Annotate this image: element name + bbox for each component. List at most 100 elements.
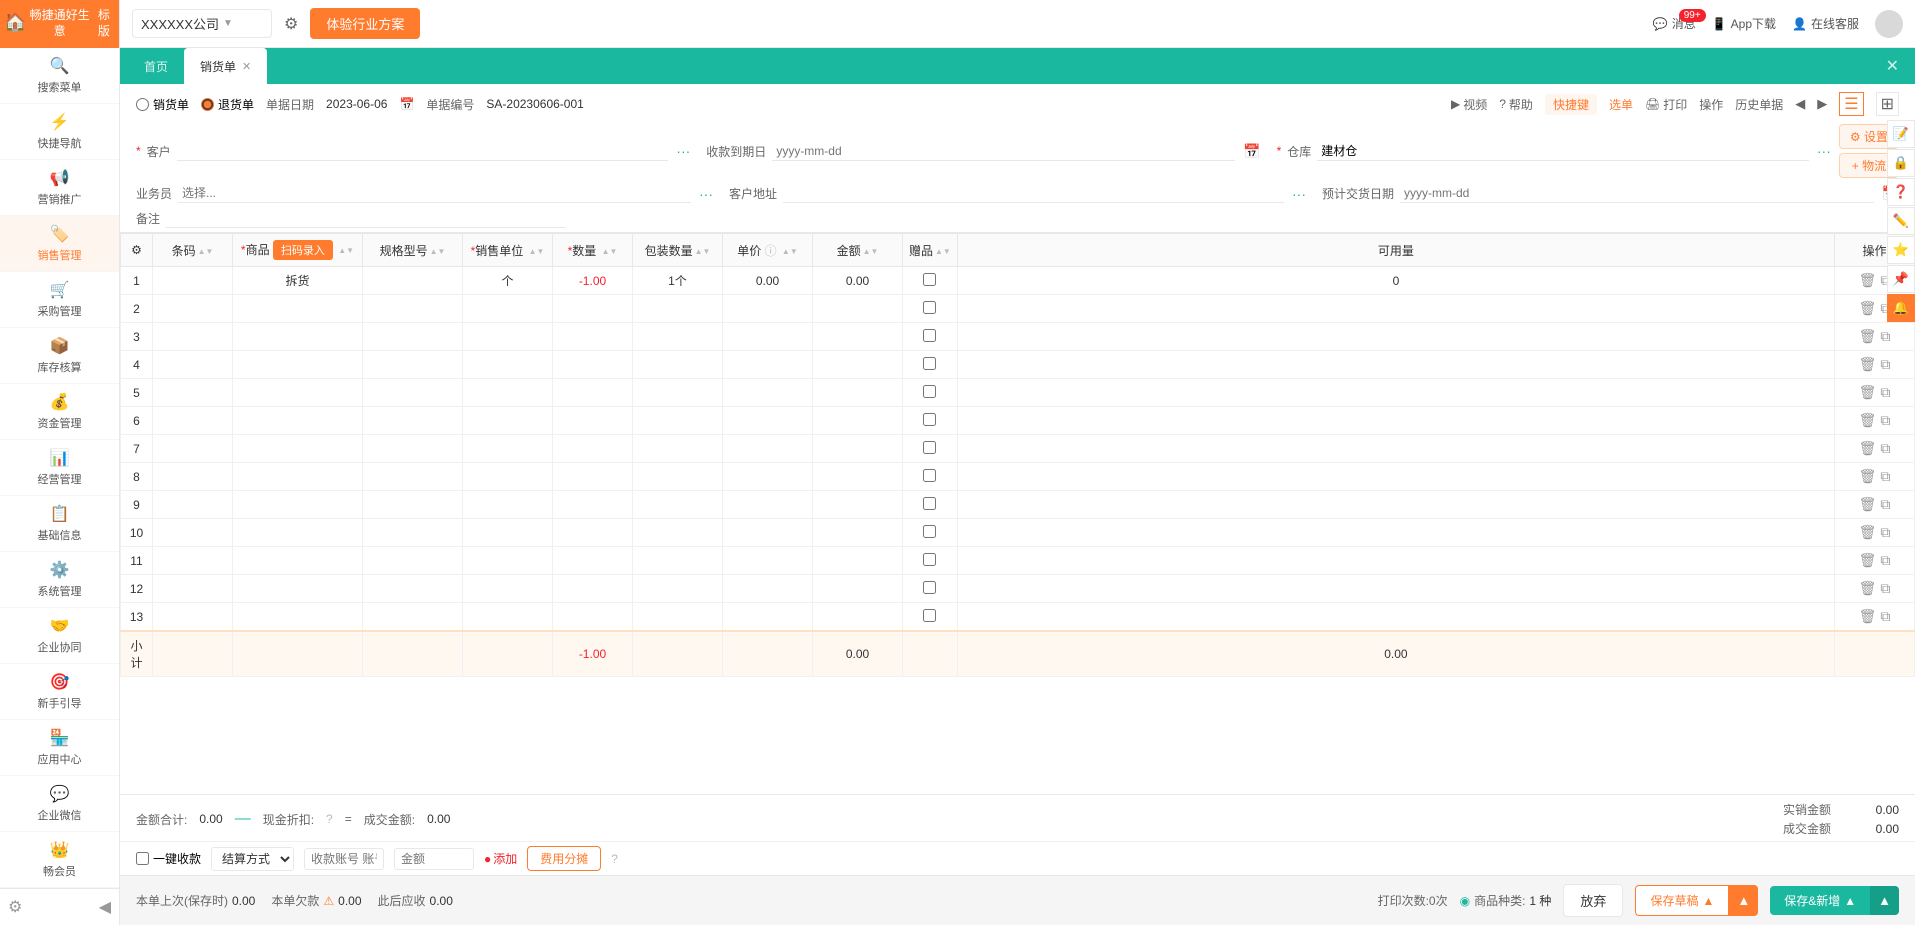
payment-due-cal-icon[interactable]: 📅 <box>1243 143 1260 160</box>
row-gift[interactable] <box>903 519 958 547</box>
sidebar-item-search[interactable]: 🔍 搜索菜单 <box>0 48 119 104</box>
row-gift[interactable] <box>903 463 958 491</box>
customer-dots-icon[interactable]: ··· <box>676 143 690 159</box>
copy-row-icon[interactable]: ⧉ <box>1880 524 1890 541</box>
close-icon[interactable]: ✕ <box>242 60 251 73</box>
rp-note-icon[interactable]: 📝 <box>1887 120 1915 148</box>
rp-star-icon[interactable]: ⭐ <box>1887 236 1915 264</box>
save-draft-arrow-button[interactable]: ▲ <box>1729 885 1758 916</box>
warehouse-input[interactable] <box>1317 142 1809 161</box>
owe-warn-icon[interactable]: ⚠ <box>323 894 334 908</box>
copy-row-icon[interactable]: ⧉ <box>1880 328 1890 345</box>
sidebar-item-operation[interactable]: 📊 经营管理 <box>0 440 119 496</box>
delete-row-icon[interactable]: 🗑 <box>1859 440 1877 457</box>
row-gift[interactable] <box>903 295 958 323</box>
sidebar-item-sales[interactable]: 🏷️ 销售管理 <box>0 216 119 272</box>
video-btn[interactable]: ▶ 视频 <box>1451 96 1487 113</box>
online-support-button[interactable]: 👤 在线客服 <box>1792 15 1859 32</box>
sidebar-item-marketing[interactable]: 📢 营销推广 <box>0 160 119 216</box>
radio-return-input[interactable] <box>201 98 214 111</box>
print-btn[interactable]: 🖨 打印 <box>1645 96 1687 113</box>
copy-row-icon[interactable]: ⧉ <box>1880 608 1890 625</box>
fee-help-icon[interactable]: ? <box>611 852 618 866</box>
salesperson-input[interactable] <box>178 184 691 203</box>
delete-row-icon[interactable]: 🗑 <box>1859 552 1877 569</box>
rp-question-icon[interactable]: ❓ <box>1887 178 1915 206</box>
delete-row-icon[interactable]: 🗑 <box>1859 328 1877 345</box>
pkg-sort-icon[interactable]: ▲▼ <box>695 247 711 256</box>
delete-row-icon[interactable]: 🗑 <box>1859 272 1877 289</box>
settings-gear-icon[interactable]: ⚙ <box>280 10 302 38</box>
spec-input[interactable] <box>369 274 456 288</box>
unit-sort-icon[interactable]: ▲▼ <box>529 247 545 256</box>
row-gift[interactable] <box>903 435 958 463</box>
select-btn[interactable]: 选单 <box>1609 96 1633 113</box>
trial-button[interactable]: 体验行业方案 <box>310 8 420 39</box>
message-button[interactable]: 💬 消息 99+ <box>1653 15 1696 32</box>
row-gift[interactable] <box>903 407 958 435</box>
save-new-button[interactable]: 保存&新增 ▲ <box>1770 886 1870 915</box>
sidebar-item-purchase[interactable]: 🛒 采购管理 <box>0 272 119 328</box>
sidebar-item-member[interactable]: 👑 畅会员 <box>0 832 119 888</box>
row-gift[interactable] <box>903 575 958 603</box>
rp-edit-icon[interactable]: ✏️ <box>1887 207 1915 235</box>
spec-sort-icon[interactable]: ▲▼ <box>430 247 446 256</box>
radio-sale[interactable]: 销货单 <box>136 96 189 113</box>
delete-row-icon[interactable]: 🗑 <box>1859 496 1877 513</box>
barcode-input[interactable] <box>159 274 226 288</box>
gear-col-icon[interactable]: ⚙ <box>131 243 142 257</box>
delivery-date-input[interactable] <box>1400 184 1874 203</box>
copy-row-icon[interactable]: ⧉ <box>1880 356 1890 373</box>
sidebar-item-finance[interactable]: 💰 资金管理 <box>0 384 119 440</box>
scan-btn[interactable]: 扫码录入 <box>273 240 333 260</box>
row-spec[interactable] <box>363 267 463 295</box>
row-gift[interactable] <box>903 547 958 575</box>
sidebar-item-quick-nav[interactable]: ⚡ 快捷导航 <box>0 104 119 160</box>
copy-row-icon[interactable]: ⧉ <box>1880 412 1890 429</box>
row-gift[interactable] <box>903 491 958 519</box>
rp-alert-icon[interactable]: 🔔 <box>1887 294 1915 322</box>
account-input[interactable] <box>304 848 384 870</box>
row-qty[interactable]: -1.00 <box>553 267 633 295</box>
row-barcode[interactable] <box>153 267 233 295</box>
radio-product-icon[interactable]: ◉ <box>1460 894 1470 908</box>
copy-row-icon[interactable]: ⧉ <box>1880 496 1890 513</box>
app-download-button[interactable]: 📱 App下载 <box>1712 15 1776 32</box>
sidebar-item-system[interactable]: ⚙️ 系统管理 <box>0 552 119 608</box>
sort-icon[interactable]: ▲▼ <box>198 247 214 256</box>
delete-row-icon[interactable]: 🗑 <box>1859 468 1877 485</box>
qty-sort-icon[interactable]: ▲▼ <box>602 247 618 256</box>
addr-dots-icon[interactable]: ··· <box>1292 186 1306 202</box>
customer-addr-input[interactable] <box>783 184 1284 203</box>
delete-row-icon[interactable]: 🗑 <box>1859 384 1877 401</box>
save-draft-button[interactable]: 保存草稿 ▲ <box>1635 885 1729 916</box>
payment-method-select[interactable]: 结算方式 <box>211 847 294 871</box>
sidebar-item-inventory[interactable]: 📦 库存核算 <box>0 328 119 384</box>
payment-due-input[interactable] <box>772 142 1235 161</box>
add-payment-button[interactable]: ● 添加 <box>484 850 517 867</box>
copy-row-icon[interactable]: ⧉ <box>1880 468 1890 485</box>
delete-row-icon[interactable]: 🗑 <box>1859 524 1877 541</box>
nav-prev-icon[interactable]: ◀ <box>1795 96 1805 112</box>
sidebar-item-wecom[interactable]: 💬 企业微信 <box>0 776 119 832</box>
rp-lock-icon[interactable]: 🔒 <box>1887 149 1915 177</box>
nav-next-icon[interactable]: ▶ <box>1817 96 1827 112</box>
help-btn[interactable]: ? 帮助 <box>1499 96 1533 113</box>
row-gift[interactable] <box>903 351 958 379</box>
fee-allocation-button[interactable]: 费用分摊 <box>527 846 601 871</box>
avatar[interactable] <box>1875 10 1903 38</box>
sidebar-collapse-icon[interactable]: ◀ <box>99 897 111 917</box>
operation-btn[interactable]: 操作 <box>1699 96 1723 113</box>
delete-row-icon[interactable]: 🗑 <box>1859 580 1877 597</box>
history-btn[interactable]: 历史单据 <box>1735 96 1783 113</box>
customer-input[interactable] <box>177 142 669 161</box>
rp-pin-icon[interactable]: 📌 <box>1887 265 1915 293</box>
row-gift[interactable] <box>903 323 958 351</box>
goods-sort-icon[interactable]: ▲▼ <box>338 246 354 255</box>
gift-checkbox[interactable] <box>923 273 936 286</box>
sidebar-item-enterprise[interactable]: 🤝 企业协同 <box>0 608 119 664</box>
save-new-arrow-button[interactable]: ▲ <box>1870 886 1899 915</box>
delete-row-icon[interactable]: 🗑 <box>1859 608 1877 625</box>
sidebar-item-appstore[interactable]: 🏪 应用中心 <box>0 720 119 776</box>
gift-sort-icon[interactable]: ▲▼ <box>935 247 951 256</box>
